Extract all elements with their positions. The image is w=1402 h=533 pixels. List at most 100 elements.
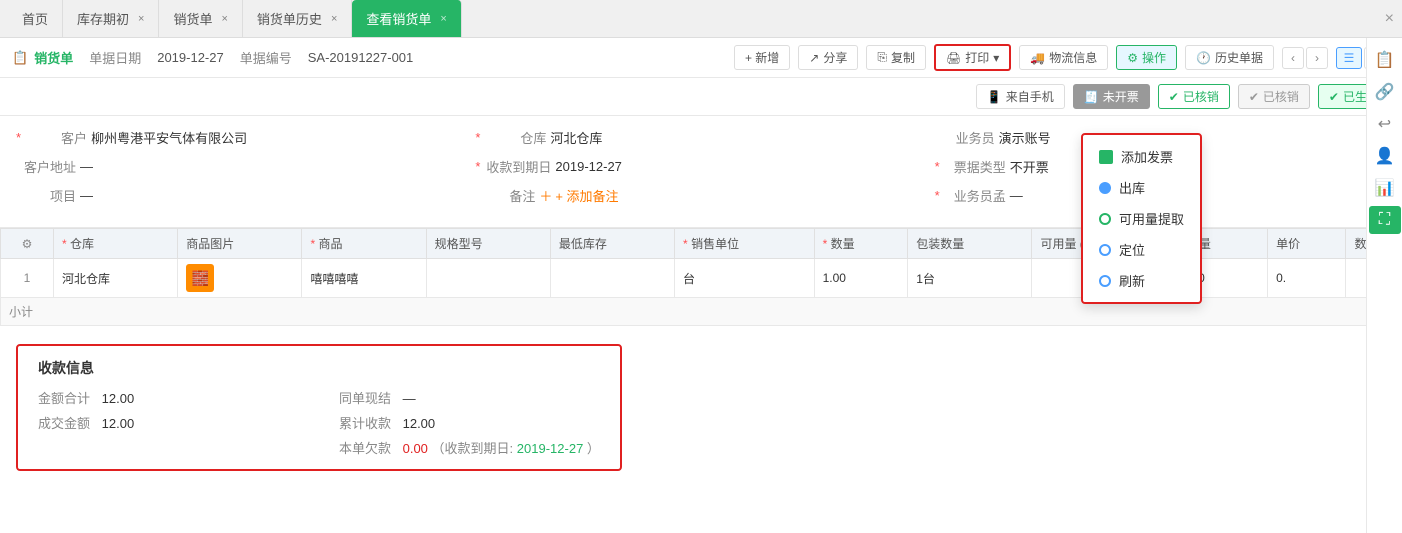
address-group: 客户地址 —: [16, 157, 467, 176]
history-label: 历史单据: [1215, 49, 1263, 66]
tab-inventory-close[interactable]: ×: [138, 13, 144, 25]
dropdown-outbound[interactable]: 出库: [1083, 172, 1200, 203]
add-button[interactable]: + 新增: [734, 45, 790, 70]
prev-button[interactable]: ‹: [1282, 47, 1304, 69]
tab-inventory[interactable]: 库存期初 ×: [63, 0, 159, 37]
row-warehouse: 河北仓库: [54, 259, 178, 298]
operate-button[interactable]: ⚙ 操作: [1116, 45, 1177, 70]
available-extract-label: 可用量提取: [1119, 209, 1184, 228]
window-close-button[interactable]: ×: [1385, 10, 1394, 28]
tab-sales[interactable]: 销货单 ×: [159, 0, 242, 37]
doc-title-text: 销货单: [34, 48, 73, 67]
document-area: 📋 销货单 单据日期 2019-12-27 单据编号 SA-20191227-0…: [0, 38, 1402, 533]
from-phone-button[interactable]: 📱 来自手机: [976, 84, 1065, 109]
available-extract-icon: [1099, 213, 1111, 225]
address-label: 客户地址: [16, 157, 76, 176]
dropdown-available-extract[interactable]: 可用量提取: [1083, 203, 1200, 234]
sidebar-icon-expand[interactable]: ⛶: [1369, 206, 1401, 234]
sidebar-icon-link[interactable]: 🔗: [1369, 78, 1401, 106]
same-order-settle-label: 同单现结: [339, 391, 391, 406]
col-settings[interactable]: ⚙: [1, 229, 54, 259]
second-toolbar: 📱 来自手机 🧾 未开票 ✔ 已核销 ✔ 已核销 ✔ 已生效: [0, 78, 1402, 116]
col-price: 单价: [1268, 229, 1346, 259]
bill-type-label: 票据类型: [946, 157, 1006, 176]
check-icon: ✔: [1169, 90, 1179, 104]
locate-label: 定位: [1119, 240, 1145, 259]
tab-inventory-label: 库存期初: [77, 9, 129, 28]
outbound-icon: [1099, 182, 1111, 194]
warehouse-label: 仓库: [486, 128, 546, 147]
amount-total-value: 12.00: [102, 391, 135, 406]
warehouse-required-mark: *: [475, 130, 480, 145]
staff-sales-label: 业务员孟: [946, 186, 1006, 205]
list-view-button[interactable]: ☰: [1336, 47, 1362, 69]
check-button[interactable]: ✔ 已核销: [1158, 84, 1230, 109]
cancelled-badge: ✔ 已核销: [1238, 84, 1310, 109]
due-date-group: * 收款到期日 2019-12-27: [475, 157, 926, 176]
sidebar-icon-user[interactable]: 👤: [1369, 142, 1401, 170]
sidebar-icon-return[interactable]: ↩: [1369, 110, 1401, 138]
add-invoice-label: 添加发票: [1121, 147, 1173, 166]
add-note-button[interactable]: ＋ + 添加备注: [539, 186, 618, 205]
dropdown-add-invoice[interactable]: 添加发票: [1083, 141, 1200, 172]
phone-icon: 📱: [987, 90, 1002, 104]
effective-check-icon: ✔: [1329, 90, 1339, 104]
due-date-value: 2019-12-27: [555, 159, 675, 174]
address-value: —: [80, 159, 200, 174]
project-value: —: [80, 188, 200, 203]
row-product: 嘻嘻嘻嘻: [302, 259, 426, 298]
refresh-icon: [1099, 275, 1111, 287]
tab-sales-label: 销货单: [173, 9, 212, 28]
history-icon: 🕐: [1196, 51, 1211, 65]
row-unit: 台: [675, 259, 815, 298]
nav-arrows: ‹ ›: [1282, 47, 1328, 69]
tab-sales-close[interactable]: ×: [221, 13, 227, 25]
col-image: 商品图片: [178, 229, 302, 259]
print-button[interactable]: 🖨 打印 ▾: [934, 44, 1011, 71]
tab-view-sales-label: 查看销货单: [366, 9, 431, 28]
this-order-due-row: 本单欠款 0.00 （收款到期日: 2019-12-27 ）: [339, 438, 600, 457]
due-date-label: 收款到期日: [486, 157, 551, 176]
copy-button[interactable]: ⎘ 复制: [866, 45, 926, 70]
dropdown-locate[interactable]: 定位: [1083, 234, 1200, 265]
tab-sales-history[interactable]: 销货单历史 ×: [243, 0, 352, 37]
share-icon: ↗: [809, 51, 819, 65]
bill-icon: 🧾: [1084, 90, 1099, 104]
bill-type-required-mark: *: [935, 159, 940, 174]
sidebar-icon-doc[interactable]: 📋: [1369, 46, 1401, 74]
tab-home[interactable]: 首页: [8, 0, 63, 37]
tab-home-label: 首页: [22, 9, 48, 28]
payment-box: 收款信息 金额合计 12.00 同单现结 — 成交金额 12.00: [16, 344, 622, 471]
dropdown-refresh[interactable]: 刷新: [1083, 265, 1200, 296]
tab-view-sales-close[interactable]: ×: [440, 13, 446, 25]
share-button[interactable]: ↗ 分享: [798, 45, 858, 70]
tab-view-sales[interactable]: 查看销货单 ×: [352, 0, 461, 37]
sidebar-icon-chart[interactable]: 📊: [1369, 174, 1401, 202]
not-open-label: 未开票: [1103, 88, 1139, 105]
date-label: 单据日期: [89, 48, 141, 67]
note-group: 备注 ＋ + 添加备注: [475, 186, 926, 205]
col-qty: * 数量: [814, 229, 908, 259]
row-spec: [426, 259, 550, 298]
number-value: SA-20191227-001: [308, 50, 414, 65]
due-date-required-mark: *: [475, 159, 480, 174]
tab-sales-history-close[interactable]: ×: [331, 13, 337, 25]
outbound-label: 出库: [1119, 178, 1145, 197]
payment-grid: 金额合计 12.00 同单现结 — 成交金额 12.00 累计收款 12.00: [38, 388, 600, 457]
this-order-due-label: 本单欠款: [339, 441, 391, 456]
locate-icon: [1099, 244, 1111, 256]
next-button[interactable]: ›: [1306, 47, 1328, 69]
doc-title: 📋 销货单: [12, 48, 73, 67]
warehouse-group: * 仓库 河北仓库: [475, 128, 926, 147]
row-price: 0.: [1268, 259, 1346, 298]
doc-meta: 单据日期 2019-12-27 单据编号 SA-20191227-001: [89, 48, 413, 67]
logistics-button[interactable]: 🚚 物流信息: [1019, 45, 1108, 70]
not-open-button[interactable]: 🧾 未开票: [1073, 84, 1150, 109]
customer-group: * 客户 柳州粤港平安气体有限公司: [16, 128, 467, 147]
due-date-link[interactable]: 2019-12-27: [517, 441, 584, 456]
print-label: 打印: [965, 49, 989, 66]
from-phone-label: 来自手机: [1006, 88, 1054, 105]
customer-value: 柳州粤港平安气体有限公司: [91, 128, 247, 147]
customer-required-mark: *: [16, 130, 21, 145]
history-button[interactable]: 🕐 历史单据: [1185, 45, 1274, 70]
